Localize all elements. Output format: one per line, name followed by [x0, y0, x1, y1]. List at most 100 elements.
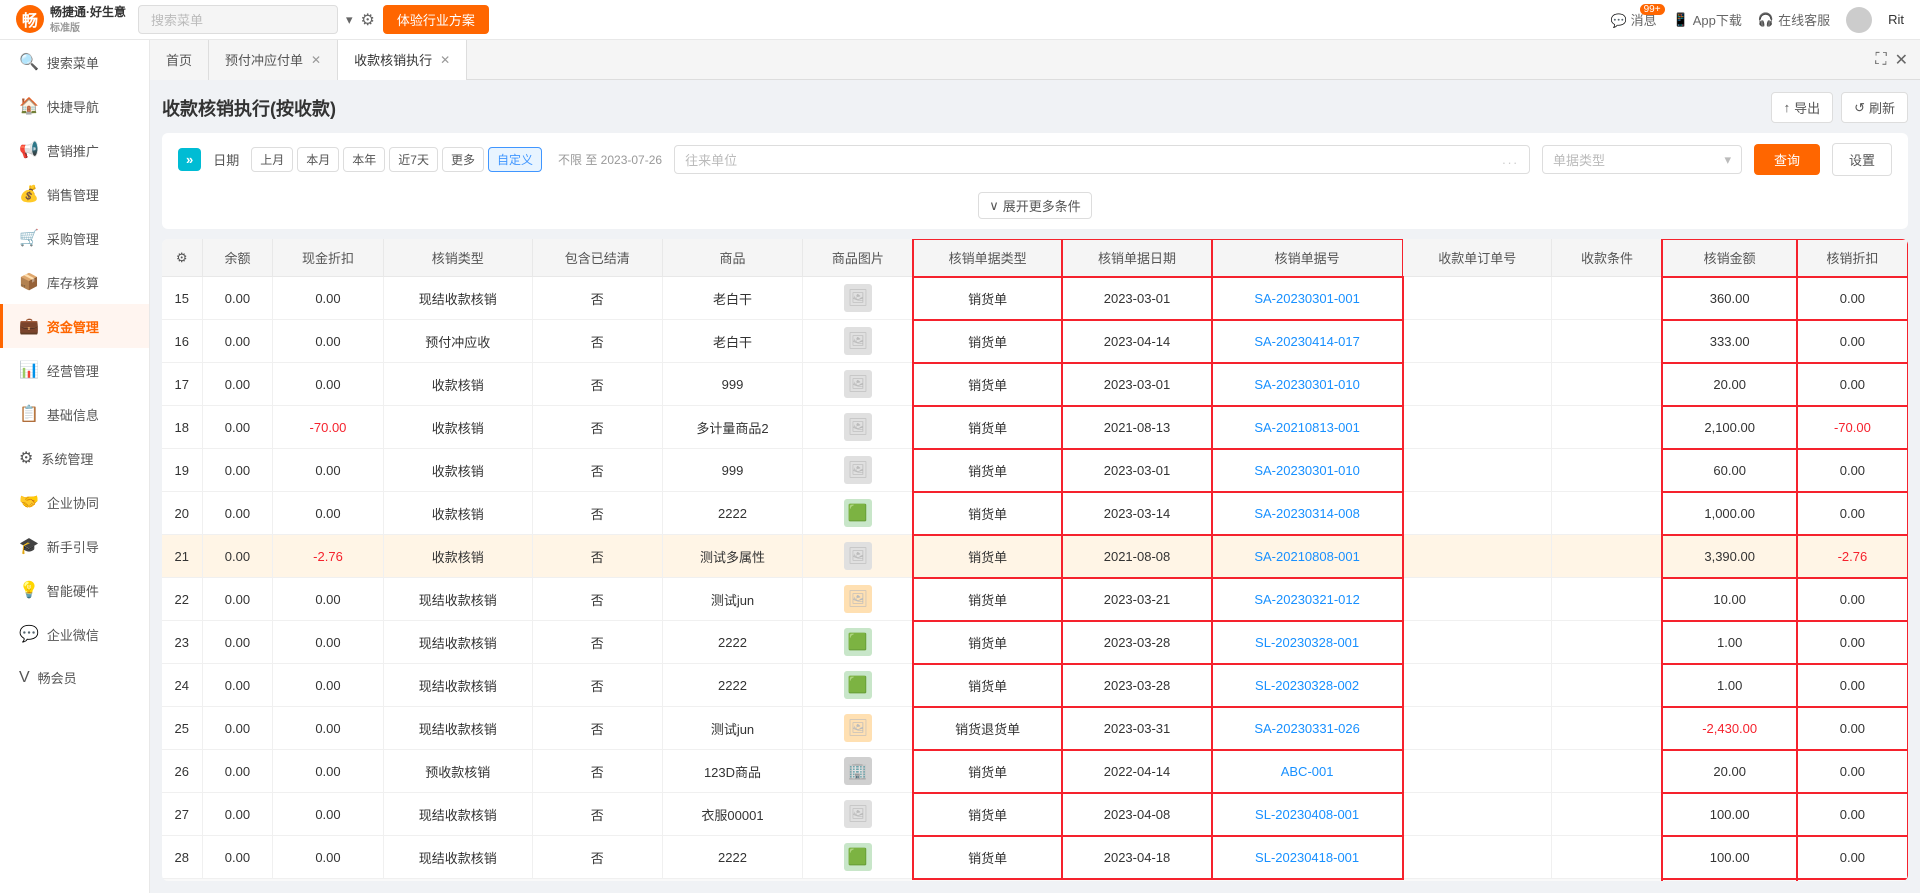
tab-verification[interactable]: 收款核销执行 ✕	[338, 40, 467, 80]
cell-cash-discount: 0.00	[273, 320, 383, 363]
maximize-icon[interactable]: ⛶	[1875, 51, 1886, 69]
date-btn-7days[interactable]: 近7天	[389, 147, 438, 172]
sidebar-item-search[interactable]: 🔍 搜索菜单	[0, 40, 149, 84]
sidebar-item-inventory[interactable]: 📦 库存核算	[0, 260, 149, 304]
cell-balance: 0.00	[202, 664, 273, 707]
sidebar-item-basic-info[interactable]: 📋 基础信息	[0, 392, 149, 436]
table-row: 16 0.00 0.00 预付冲应收 否 老白干 🖼 销货单 2023-04-1…	[162, 320, 1908, 363]
cell-verification-no[interactable]: SA-20230301-010	[1212, 363, 1403, 406]
expand-more-button[interactable]: ∨ 展开更多条件	[978, 192, 1092, 219]
cell-verification-no[interactable]: ABC-001	[1212, 750, 1403, 793]
verification-no-link[interactable]: SA-20230301-001	[1254, 291, 1360, 306]
cell-receipt-terms	[1552, 363, 1662, 406]
verification-no-link[interactable]: SL-20230328-001	[1255, 635, 1359, 650]
refresh-button[interactable]: ↺ 刷新	[1841, 92, 1908, 123]
dropdown-button[interactable]: ▾	[346, 12, 353, 28]
date-btn-this-month[interactable]: 本月	[297, 147, 339, 172]
tab-verification-close-icon[interactable]: ✕	[440, 53, 450, 67]
messages-badge: 99+	[1640, 4, 1665, 15]
sidebar-item-wechat[interactable]: 💬 企业微信	[0, 612, 149, 656]
cell-verification-no[interactable]: SA-20210808-001	[1212, 535, 1403, 578]
cell-verification-voucher-type: 销货单	[913, 277, 1062, 320]
sidebar-item-quicknav[interactable]: 🏠 快捷导航	[0, 84, 149, 128]
verification-no-link[interactable]: ABC-001	[1281, 764, 1334, 779]
sidebar-item-finance[interactable]: 💼 资金管理	[0, 304, 149, 348]
date-filter-label: 日期	[213, 150, 239, 169]
sidebar-label-member: 畅会员	[38, 668, 77, 687]
cell-goods: 老白干	[662, 277, 803, 320]
cell-goods: 999	[662, 449, 803, 492]
cell-verification-no[interactable]: SA-20230301-010	[1212, 449, 1403, 492]
sidebar-item-purchase[interactable]: 🛒 采购管理	[0, 216, 149, 260]
verification-no-link[interactable]: SA-20230414-017	[1254, 334, 1360, 349]
cell-verification-amount: 3,390.00	[1662, 535, 1797, 578]
sidebar-item-sales[interactable]: 💰 销售管理	[0, 172, 149, 216]
cell-receipt-order-no	[1403, 578, 1552, 621]
date-btn-last-month[interactable]: 上月	[251, 147, 293, 172]
settings-gear-icon[interactable]: ⚙	[361, 10, 375, 30]
export-button[interactable]: ↑ 导出	[1771, 92, 1834, 123]
close-window-icon[interactable]: ✕	[1895, 50, 1908, 70]
tab-prepayment[interactable]: 预付冲应付单 ✕	[209, 40, 338, 80]
table-row: 26 0.00 0.00 预收款核销 否 123D商品 🏢 销货单 2022-0…	[162, 750, 1908, 793]
sidebar-item-system[interactable]: ⚙ 系统管理	[0, 436, 149, 480]
query-button[interactable]: 查询	[1754, 144, 1820, 175]
verification-no-link[interactable]: SA-20210813-001	[1254, 420, 1360, 435]
verification-no-link[interactable]: SL-20230328-002	[1255, 678, 1359, 693]
cell-verification-no[interactable]: SA-20230321-012	[1212, 578, 1403, 621]
cell-verification-amount: 1.00	[1662, 621, 1797, 664]
verification-no-link[interactable]: SA-20230301-010	[1254, 377, 1360, 392]
sidebar-item-marketing[interactable]: 📢 营销推广	[0, 128, 149, 172]
sidebar-label-guide: 新手引导	[47, 537, 99, 556]
voucher-type-select[interactable]: 单据类型 ▾	[1542, 145, 1742, 174]
tab-prepayment-close-icon[interactable]: ✕	[311, 53, 321, 67]
sidebar-item-hardware[interactable]: 💡 智能硬件	[0, 568, 149, 612]
verification-no-link[interactable]: SL-20230418-001	[1255, 850, 1359, 865]
industry-solution-button[interactable]: 体验行业方案	[383, 5, 489, 34]
sidebar-item-collaboration[interactable]: 🤝 企业协同	[0, 480, 149, 524]
user-avatar[interactable]	[1846, 7, 1872, 33]
cell-verification-discount: 0.00	[1797, 277, 1907, 320]
cell-verification-no[interactable]: SL-20230328-002	[1212, 664, 1403, 707]
verification-no-link[interactable]: SA-20230314-008	[1254, 506, 1360, 521]
verification-no-link[interactable]: SA-20230331-026	[1254, 721, 1360, 736]
expand-more-label: 展开更多条件	[1003, 196, 1081, 215]
collaboration-icon: 🤝	[19, 492, 39, 512]
cell-verification-discount: 0.00	[1797, 793, 1907, 836]
cell-verification-no[interactable]: SL-20230408-001	[1212, 793, 1403, 836]
app-download-button[interactable]: 📱 App下载	[1673, 10, 1742, 29]
online-support-button[interactable]: 🎧 在线客服	[1758, 10, 1830, 29]
sidebar-item-guide[interactable]: 🎓 新手引导	[0, 524, 149, 568]
cell-verification-no[interactable]: SA-20230331-026	[1212, 707, 1403, 750]
verification-no-link[interactable]: SA-20230301-010	[1254, 463, 1360, 478]
sidebar-label-purchase: 采购管理	[47, 229, 99, 248]
filter-bar: » 日期 上月 本月 本年 近7天 更多 自定义 不限 至 2023-07-26…	[162, 133, 1908, 229]
cell-verification-date: 2023-03-31	[1062, 707, 1211, 750]
verification-no-link[interactable]: SA-20230321-012	[1254, 592, 1360, 607]
cell-goods-image: 🏢	[803, 750, 913, 793]
sidebar-item-member[interactable]: V 畅会员	[0, 656, 149, 699]
cell-verification-discount: 0.00	[1797, 664, 1907, 707]
expand-arrow-button[interactable]: »	[178, 148, 201, 171]
cell-verification-no[interactable]: SL-20230418-001	[1212, 836, 1403, 879]
tab-home[interactable]: 首页	[150, 40, 209, 80]
sidebar-item-operations[interactable]: 📊 经营管理	[0, 348, 149, 392]
page-actions: ↑ 导出 ↺ 刷新	[1771, 92, 1908, 123]
cell-verification-no[interactable]: SL-20230328-001	[1212, 621, 1403, 664]
cell-goods: 999	[662, 363, 803, 406]
cell-verification-type: 预付冲应收	[383, 320, 532, 363]
verification-no-link[interactable]: SA-20210808-001	[1254, 549, 1360, 564]
cell-verification-no[interactable]: SA-20230301-001	[1212, 277, 1403, 320]
cell-verification-no[interactable]: SA-20230314-008	[1212, 492, 1403, 535]
messages-button[interactable]: 💬 消息 99+	[1611, 10, 1657, 29]
col-header-gear[interactable]: ⚙	[162, 239, 202, 277]
verification-no-link[interactable]: SL-20230408-001	[1255, 807, 1359, 822]
cell-verification-no[interactable]: SA-20230414-017	[1212, 320, 1403, 363]
date-btn-custom[interactable]: 自定义	[488, 147, 542, 172]
date-btn-more[interactable]: 更多	[442, 147, 484, 172]
date-btn-this-year[interactable]: 本年	[343, 147, 385, 172]
sidebar-label-hardware: 智能硬件	[47, 581, 99, 600]
filter-setting-button[interactable]: 设置	[1832, 143, 1892, 176]
from-unit-input[interactable]: 往来单位 ...	[674, 145, 1530, 174]
cell-verification-no[interactable]: SA-20210813-001	[1212, 406, 1403, 449]
